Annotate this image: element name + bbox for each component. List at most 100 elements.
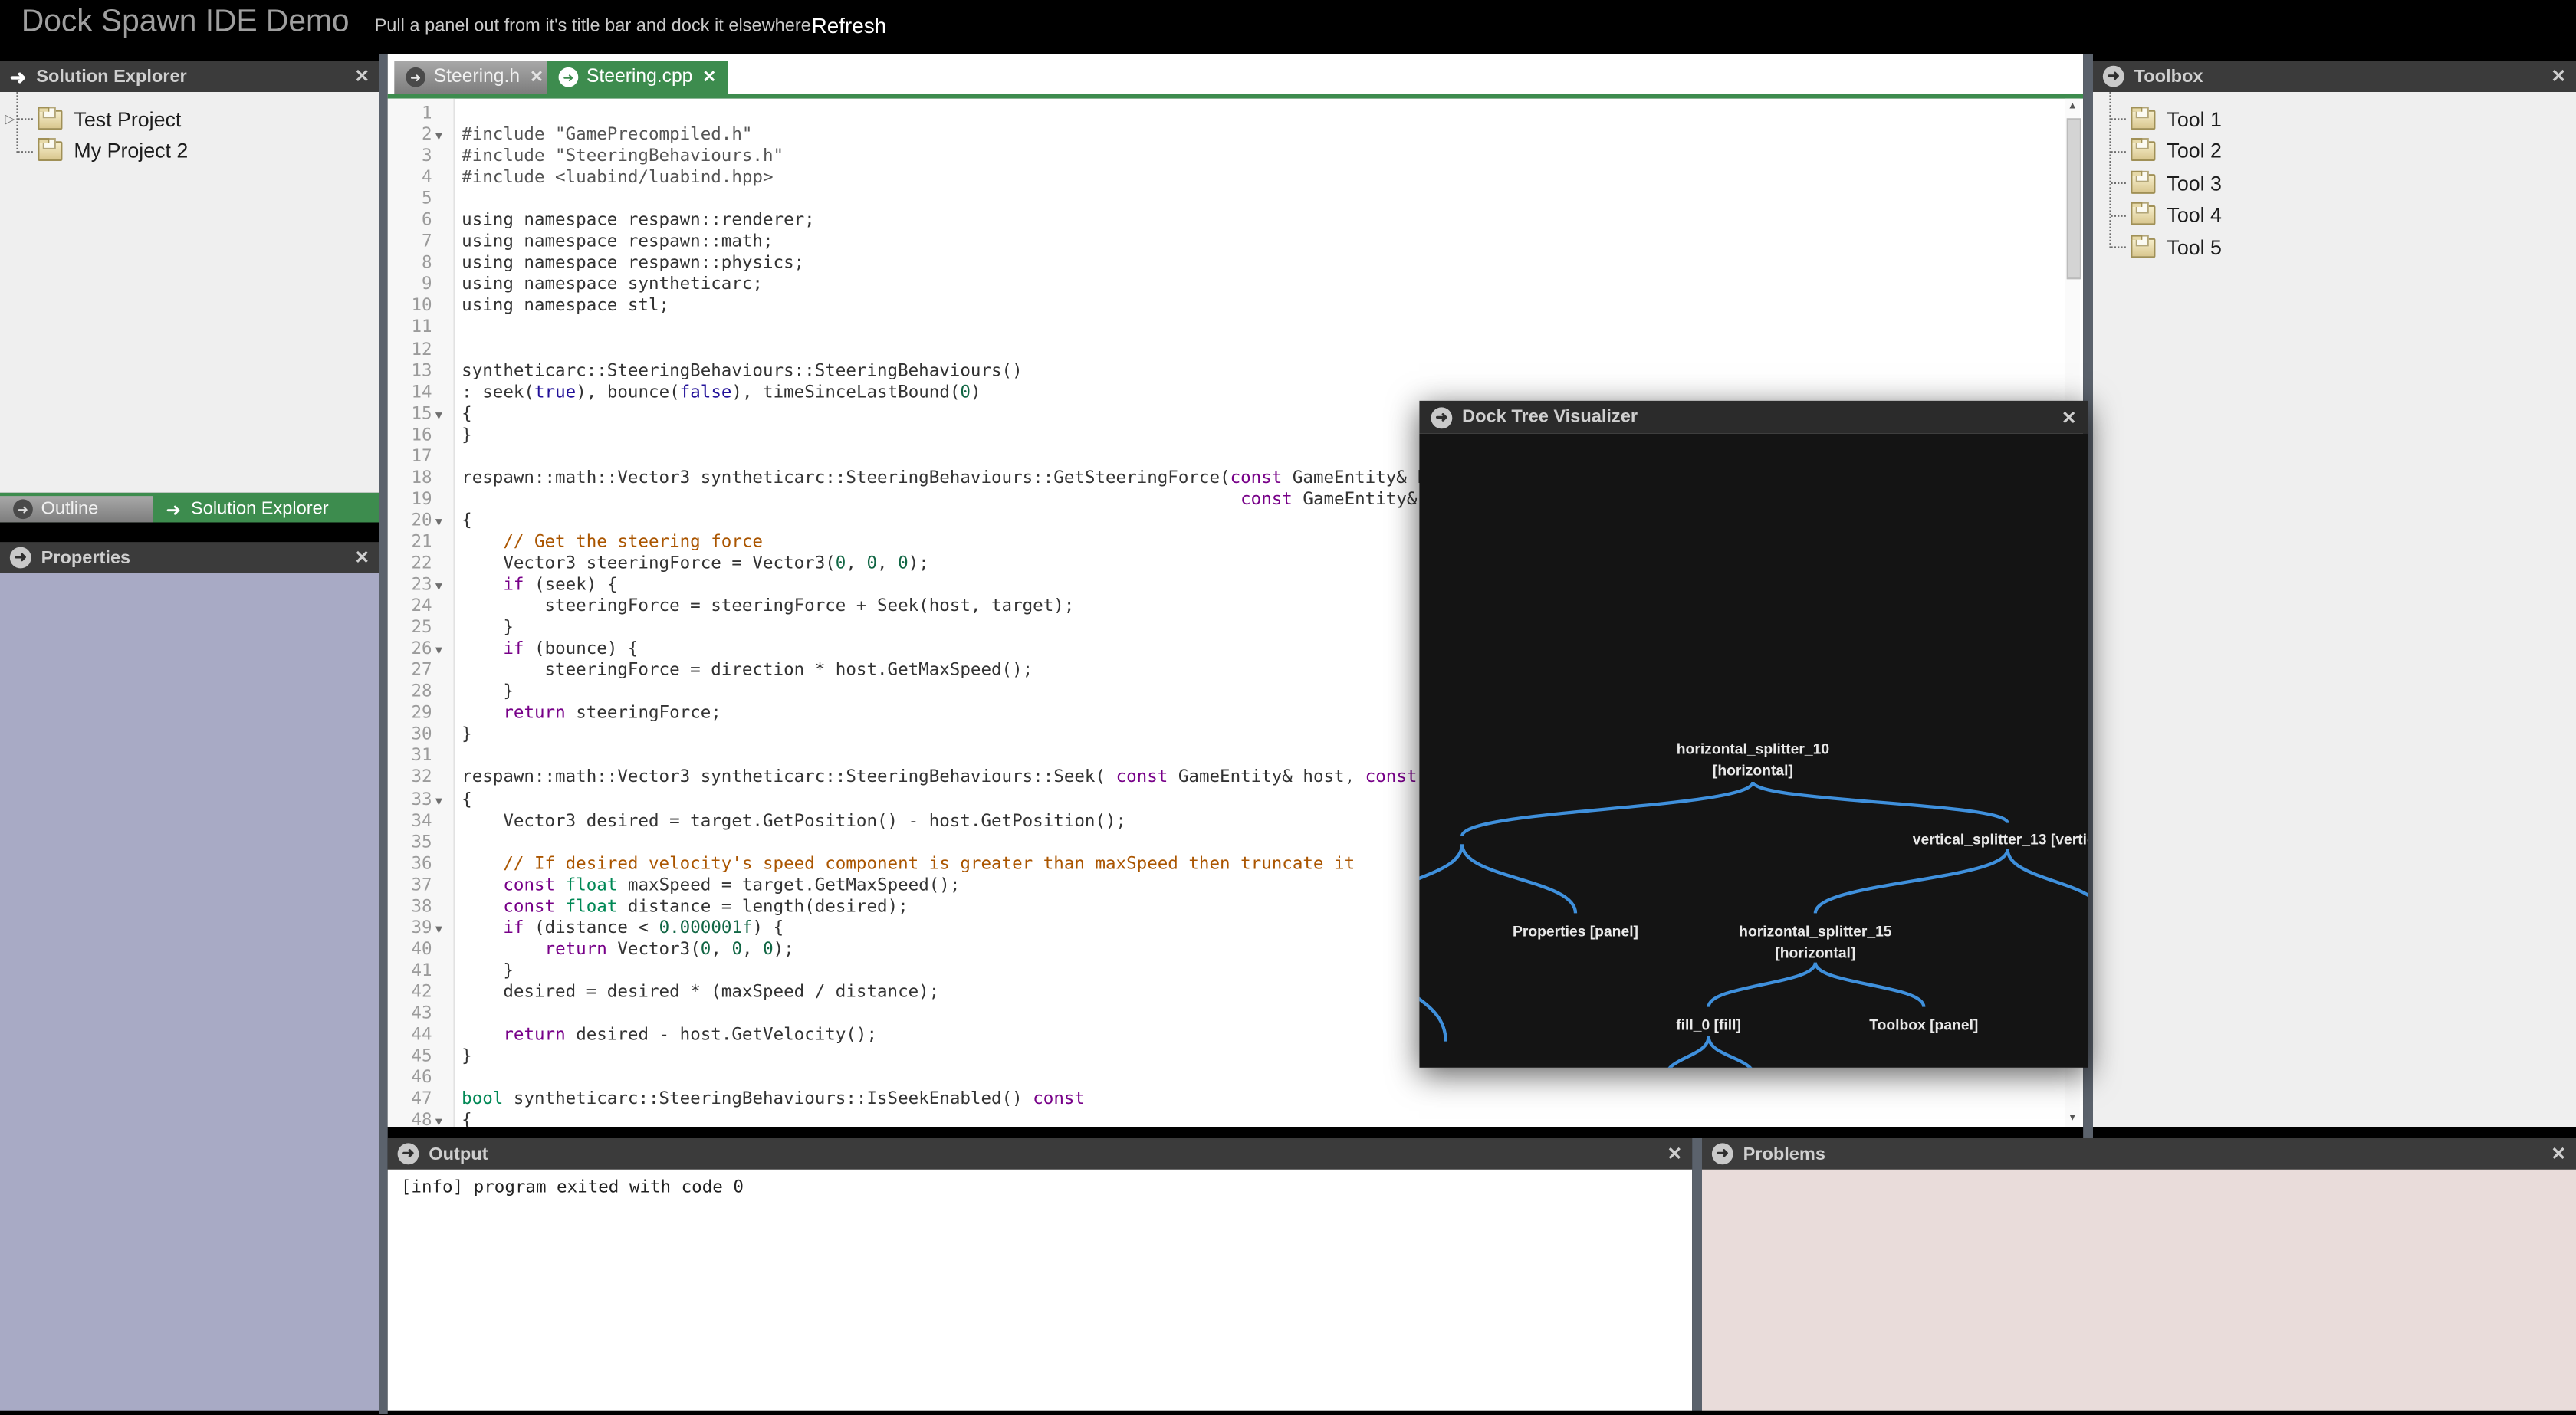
code-line: 46 [388,1068,2083,1089]
code-text: { [462,789,472,809]
problems-panel [1702,1169,2576,1411]
code-text: } [462,617,514,638]
line-number: 27 [411,660,432,681]
line-number: 7 [422,231,432,252]
solution-explorer-header[interactable]: ➜ Solution Explorer ✕ [0,61,380,92]
tab-outline[interactable]: ➜ Outline [0,496,153,523]
line-number: 34 [411,810,432,831]
code-text: using namespace respawn::math; [462,231,774,252]
tree-item[interactable]: Tool 1 [2093,103,2576,136]
close-icon[interactable]: ✕ [354,547,370,569]
line-number: 22 [411,553,432,573]
tree-item-label: My Project 2 [74,140,189,163]
circle-arrow-icon: ➜ [397,1143,419,1165]
line-number: 3 [422,146,432,166]
dock-tree-node-label: horizontal_splitter_15 [horizontal] [1739,923,1892,961]
scroll-down-icon[interactable]: ▼ [2065,1114,2080,1124]
code-line: 9 using namespace syntheticarc; [388,275,2083,297]
solution-explorer-title: Solution Explorer [36,66,187,87]
code-line: 2 ▼ #include "GamePrecompiled.h" [388,125,2083,146]
code-text: #include "SteeringBehaviours.h" [462,146,784,166]
toolbox-title: Toolbox [2134,66,2203,87]
fold-marker-icon[interactable]: ▼ [435,126,442,148]
close-icon[interactable]: ✕ [2551,1143,2566,1165]
solution-explorer-panel: ▷ Test Project My Project 2 [0,92,380,493]
fold-marker-icon[interactable]: ▼ [435,920,442,941]
fold-marker-icon[interactable]: ▼ [435,405,442,427]
line-number: 35 [411,832,432,852]
circle-arrow-icon: ➜ [13,499,33,520]
line-number: 19 [411,489,432,509]
code-text: if (distance < 0.000001f) { [503,918,784,938]
code-text: } [462,425,472,445]
tab-solution-explorer[interactable]: ➜ Solution Explorer [153,496,380,523]
line-number: 6 [422,210,432,231]
code-text: } [462,960,514,981]
dock-tree-canvas: horizontal_splitter_10 [horizontal] vertic… [1419,433,2088,1068]
line-number: 9 [422,274,432,295]
code-text: bool syntheticarc::SteeringBehaviours::I… [462,1089,1085,1109]
tree-item[interactable]: Tool 5 [2093,231,2576,264]
line-number: 23 [411,575,432,595]
line-number: 4 [422,167,432,188]
output-header[interactable]: ➜ Output ✕ [387,1138,1693,1170]
folder-icon [38,106,63,130]
code-text: if (seek) { [503,575,618,595]
code-text: #include "GamePrecompiled.h" [462,124,753,145]
folder-icon [2131,170,2156,194]
line-number: 31 [411,746,432,767]
tree-item[interactable]: Tool 3 [2093,168,2576,200]
refresh-button[interactable]: Refresh [812,13,887,38]
tree-item-label: Tool 3 [2167,172,2222,195]
dock-spawn-ide: Dock Spawn IDE Demo Pull a panel out fro… [0,0,2576,1415]
tree-connector [2111,182,2126,184]
tree-item[interactable]: ▷ Test Project [0,103,380,136]
line-number: 39 [411,918,432,938]
code-text: if (bounce) { [503,639,639,659]
line-number: 26 [411,639,432,659]
code-text: { [462,403,472,424]
code-text: const float maxSpeed = target.GetMaxSpee… [503,875,961,895]
expander-icon[interactable]: ▷ [5,112,15,126]
close-icon[interactable]: ✕ [2551,66,2566,87]
tab-steering-h[interactable]: ➜ Steering.h ✕ [394,61,555,94]
code-text: respawn::math::Vector3 syntheticarc::Ste… [462,468,1470,488]
code-line: 47 bool syntheticarc::SteeringBehaviours:… [388,1089,2083,1111]
tree-item[interactable]: My Project 2 [0,136,380,168]
vertical-splitter[interactable] [379,54,388,1415]
line-number: 21 [411,532,432,552]
line-number: 25 [411,617,432,638]
close-icon[interactable]: ✕ [1668,1143,1683,1165]
tab-steering-cpp[interactable]: ➜ Steering.cpp ✕ [547,61,728,94]
code-text: const float distance = length(desired); [503,896,909,917]
code-text: return steeringForce; [503,703,721,724]
fold-marker-icon[interactable]: ▼ [435,1112,442,1127]
tree-connector [2111,118,2126,120]
close-icon[interactable]: ✕ [354,66,370,87]
code-line: 11 [388,318,2083,340]
scroll-up-icon[interactable]: ▲ [2065,102,2080,112]
code-text: Vector3 steeringForce = Vector3(0, 0, 0)… [462,553,929,573]
line-number: 16 [411,425,432,445]
fold-marker-icon[interactable]: ▼ [435,512,442,533]
vertical-splitter[interactable] [1692,1138,1702,1411]
toolbox-header[interactable]: ➜ Toolbox ✕ [2093,61,2576,92]
close-icon[interactable]: ✕ [530,68,544,87]
close-icon[interactable]: ✕ [2062,406,2077,428]
output-panel: [info] program exited with code 0 [387,1169,1693,1411]
tree-item[interactable]: Tool 2 [2093,136,2576,168]
close-icon[interactable]: ✕ [702,68,716,87]
properties-header[interactable]: ➜ Properties ✕ [0,542,380,573]
dialog-titlebar[interactable]: ➜ Dock Tree Visualizer ✕ [1419,400,2088,434]
code-text: steeringForce = steeringForce + Seek(hos… [462,596,1075,616]
fold-marker-icon[interactable]: ▼ [435,576,442,598]
fold-marker-icon[interactable]: ▼ [435,641,442,662]
folder-icon [2131,106,2156,130]
fold-marker-icon[interactable]: ▼ [435,791,442,813]
problems-header[interactable]: ➜ Problems ✕ [1702,1138,2576,1170]
tree-item[interactable]: Tool 4 [2093,199,2576,231]
scrollbar-thumb[interactable] [2066,118,2082,280]
tree-item-label: Tool 2 [2167,140,2222,163]
circle-arrow-icon: ➜ [1711,1143,1733,1165]
dock-tree-visualizer-dialog: ➜ Dock Tree Visualizer ✕ horizontal_spli… [1419,400,2088,1068]
